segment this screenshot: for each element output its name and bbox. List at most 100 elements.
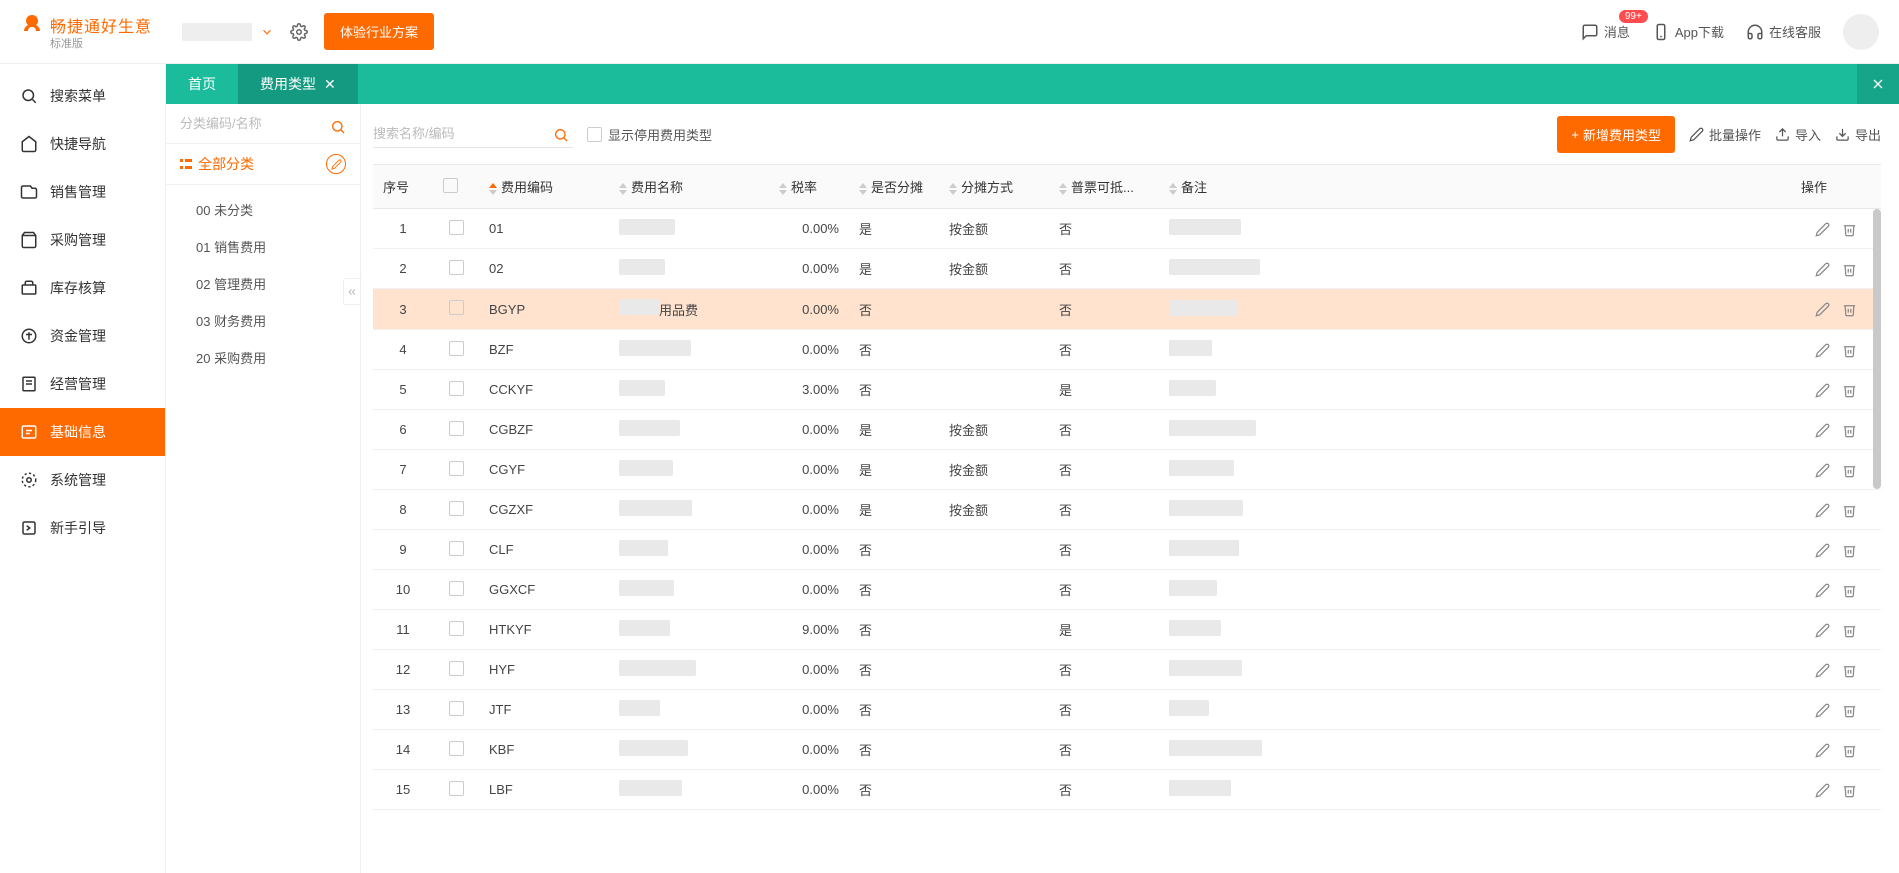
row-checkbox[interactable] [449,341,464,356]
row-checkbox[interactable] [449,701,464,716]
table-row[interactable]: 15LBF0.00%否否 [373,770,1881,810]
sidebar-item-1[interactable]: 快捷导航 [0,120,165,168]
sidebar-item-2[interactable]: 销售管理 [0,168,165,216]
row-edit-icon[interactable] [1815,461,1830,477]
category-edit-icon[interactable] [326,154,346,174]
app-download-link[interactable]: App下载 [1652,22,1724,41]
row-checkbox[interactable] [449,300,464,315]
row-edit-icon[interactable] [1815,260,1830,276]
row-checkbox[interactable] [449,421,464,436]
row-checkbox[interactable] [449,781,464,796]
scrollbar-thumb[interactable] [1873,209,1881,489]
sidebar-item-5[interactable]: 资金管理 [0,312,165,360]
search-icon[interactable] [330,118,346,135]
col-deduct[interactable]: 普票可抵... [1049,165,1159,209]
category-item-1[interactable]: 01 销售费用 [166,228,360,265]
row-delete-icon[interactable] [1842,220,1857,236]
row-delete-icon[interactable] [1842,301,1857,317]
table-row[interactable]: 12HYF0.00%否否 [373,650,1881,690]
row-edit-icon[interactable] [1815,701,1830,717]
category-all[interactable]: 全部分类 [180,154,254,174]
sidebar-item-7[interactable]: 基础信息 [0,408,165,456]
table-row[interactable]: 1010.00%是按金额否 [373,209,1881,249]
table-row[interactable]: 10GGXCF0.00%否否 [373,570,1881,610]
row-delete-icon[interactable] [1842,341,1857,357]
export-button[interactable]: 导出 [1835,125,1881,144]
table-row[interactable]: 13JTF0.00%否否 [373,690,1881,730]
sidebar-item-6[interactable]: 经营管理 [0,360,165,408]
sidebar-item-3[interactable]: 采购管理 [0,216,165,264]
col-seq[interactable]: 序号 [373,165,433,209]
row-edit-icon[interactable] [1815,381,1830,397]
row-checkbox[interactable] [449,541,464,556]
settings-icon[interactable] [290,23,308,41]
col-rate[interactable]: 税率 [769,165,849,209]
row-edit-icon[interactable] [1815,541,1830,557]
row-delete-icon[interactable] [1842,661,1857,677]
row-edit-icon[interactable] [1815,341,1830,357]
table-row[interactable]: 4BZF0.00%否否 [373,330,1881,370]
row-delete-icon[interactable] [1842,501,1857,517]
row-checkbox[interactable] [449,581,464,596]
row-checkbox[interactable] [449,741,464,756]
category-item-4[interactable]: 20 采购费用 [166,339,360,376]
row-delete-icon[interactable] [1842,381,1857,397]
row-edit-icon[interactable] [1815,661,1830,677]
row-delete-icon[interactable] [1842,421,1857,437]
row-delete-icon[interactable] [1842,461,1857,477]
row-edit-icon[interactable] [1815,220,1830,236]
table-row[interactable]: 9CLF0.00%否否 [373,530,1881,570]
tab-0[interactable]: 首页 [166,64,238,104]
table-row[interactable]: 2020.00%是按金额否 [373,249,1881,289]
row-delete-icon[interactable] [1842,621,1857,637]
table-row[interactable]: 8CGZXF0.00%是按金额否 [373,490,1881,530]
row-delete-icon[interactable] [1842,741,1857,757]
tab-close-icon[interactable]: ✕ [324,76,336,93]
row-edit-icon[interactable] [1815,501,1830,517]
tab-1[interactable]: 费用类型✕ [238,64,358,104]
col-name[interactable]: 费用名称 [609,165,769,209]
category-item-0[interactable]: 00 未分类 [166,191,360,228]
category-search-input[interactable] [180,116,346,131]
col-remark[interactable]: 备注 [1159,165,1791,209]
table-search-input[interactable] [373,120,573,148]
user-avatar[interactable] [1843,14,1879,50]
add-expense-type-button[interactable]: + 新增费用类型 [1557,116,1675,153]
row-checkbox[interactable] [449,501,464,516]
col-method[interactable]: 分摊方式 [939,165,1049,209]
batch-operation-button[interactable]: 批量操作 [1689,125,1761,144]
category-item-2[interactable]: 02 管理费用 [166,265,360,302]
row-delete-icon[interactable] [1842,581,1857,597]
collapse-panel-icon[interactable] [343,278,361,305]
try-industry-button[interactable]: 体验行业方案 [324,13,434,50]
row-checkbox[interactable] [449,461,464,476]
tab-close-all[interactable] [1857,64,1899,104]
table-row[interactable]: 7CGYF0.00%是按金额否 [373,450,1881,490]
search-icon[interactable] [553,126,569,143]
row-edit-icon[interactable] [1815,421,1830,437]
row-checkbox[interactable] [449,661,464,676]
row-delete-icon[interactable] [1842,781,1857,797]
row-edit-icon[interactable] [1815,621,1830,637]
support-link[interactable]: 在线客服 [1746,22,1821,41]
sidebar-item-4[interactable]: 库存核算 [0,264,165,312]
row-edit-icon[interactable] [1815,301,1830,317]
sidebar-item-9[interactable]: 新手引导 [0,504,165,552]
table-row[interactable]: 11HTKYF9.00%否是 [373,610,1881,650]
org-selector[interactable] [182,23,274,41]
row-delete-icon[interactable] [1842,260,1857,276]
table-row[interactable]: 6CGBZF0.00%是按金额否 [373,410,1881,450]
table-row[interactable]: 14KBF0.00%否否 [373,730,1881,770]
import-button[interactable]: 导入 [1775,125,1821,144]
row-checkbox[interactable] [449,220,464,235]
row-delete-icon[interactable] [1842,701,1857,717]
sidebar-item-8[interactable]: 系统管理 [0,456,165,504]
row-checkbox[interactable] [449,621,464,636]
row-edit-icon[interactable] [1815,741,1830,757]
col-apportion[interactable]: 是否分摊 [849,165,939,209]
table-row[interactable]: 5CCKYF3.00%否是 [373,370,1881,410]
col-select-all[interactable] [433,165,479,209]
row-checkbox[interactable] [449,260,464,275]
col-code[interactable]: 费用编码 [479,165,609,209]
row-edit-icon[interactable] [1815,781,1830,797]
